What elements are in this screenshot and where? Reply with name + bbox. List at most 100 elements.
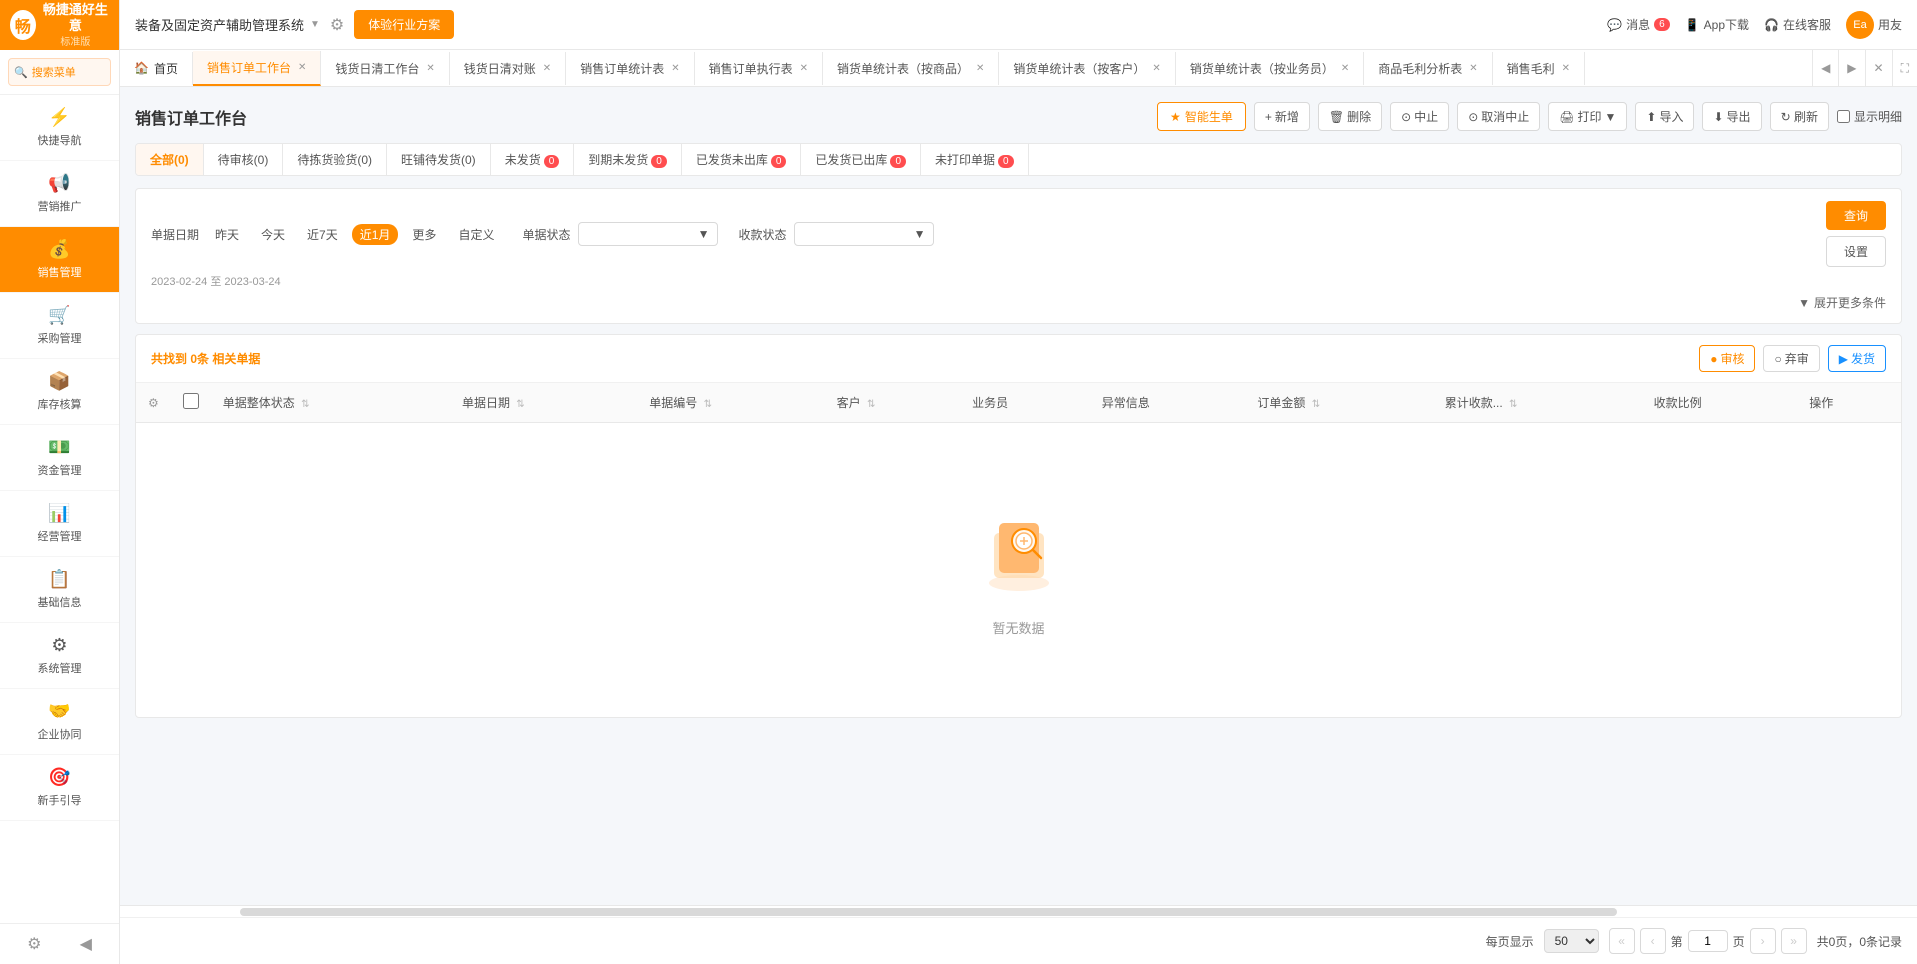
sub-tab-all[interactable]: 全部(0) xyxy=(136,144,204,175)
sidebar-item-cooperation[interactable]: 🤝 企业协同 xyxy=(0,689,119,755)
sidebar-item-operations[interactable]: 📊 经营管理 xyxy=(0,491,119,557)
filter-opt-custom[interactable]: 自定义 xyxy=(450,224,502,245)
tab-bar: 🏠 首页 销售订单工作台 ✕ 钱货日清工作台 ✕ 钱货日清对账 ✕ 销售订单统计… xyxy=(120,50,1917,87)
sidebar-item-marketing[interactable]: 📢 营销推广 xyxy=(0,161,119,227)
tab-close-cash-reconcile[interactable]: ✕ xyxy=(543,63,551,74)
export-button[interactable]: ⬇ 导出 xyxy=(1702,102,1761,131)
tab-sales-summary-product[interactable]: 销货单统计表（按商品） ✕ xyxy=(823,52,999,85)
expand-more-button[interactable]: ▼ 展开更多条件 xyxy=(1798,294,1886,311)
tab-close-gross-margin[interactable]: ✕ xyxy=(1469,63,1477,74)
sidebar-item-basic[interactable]: 📋 基础信息 xyxy=(0,557,119,623)
payment-filter-select[interactable]: ▼ xyxy=(794,222,934,246)
sub-tab-shipped-not-out[interactable]: 已发货未出库0 xyxy=(682,144,802,175)
sidebar-search-area: 🔍 搜索菜单 xyxy=(0,50,119,95)
page-title: 销售订单工作台 xyxy=(135,105,247,129)
sidebar-item-quick-nav[interactable]: ⚡ 快捷导航 xyxy=(0,95,119,161)
tab-close-summary-product[interactable]: ✕ xyxy=(976,63,984,74)
sub-tab-shipped-out[interactable]: 已发货已出库0 xyxy=(801,144,921,175)
scrollbar-thumb[interactable] xyxy=(240,908,1617,916)
col-settings[interactable]: ⚙ xyxy=(136,383,171,423)
first-page-button[interactable]: « xyxy=(1609,928,1635,954)
new-button[interactable]: + 新增 xyxy=(1254,102,1310,131)
tab-home[interactable]: 🏠 首页 xyxy=(120,52,193,85)
tab-sales-workbench[interactable]: 销售订单工作台 ✕ xyxy=(193,51,321,86)
tab-close-sales-stats[interactable]: ✕ xyxy=(671,63,679,74)
tab-sales-exec[interactable]: 销售订单执行表 ✕ xyxy=(695,52,823,85)
sidebar-item-purchase[interactable]: 🛒 采购管理 xyxy=(0,293,119,359)
sidebar-item-guide[interactable]: 🎯 新手引导 xyxy=(0,755,119,821)
settings-bottom-icon[interactable]: ⚙ xyxy=(27,934,41,954)
sidebar-item-sales[interactable]: 💰 销售管理 xyxy=(0,227,119,293)
stop-button[interactable]: ⊙ 中止 xyxy=(1390,102,1449,131)
page-input[interactable] xyxy=(1688,930,1728,952)
tab-close-all-button[interactable]: ✕ xyxy=(1865,50,1892,86)
tab-fullscreen-button[interactable]: ⛶ xyxy=(1892,50,1917,86)
status-filter-select[interactable]: ▼ xyxy=(578,222,718,246)
next-page-button[interactable]: › xyxy=(1750,928,1776,954)
review-button[interactable]: ● 审核 xyxy=(1699,345,1755,372)
sub-tab-pending-review[interactable]: 待审核(0) xyxy=(204,144,284,175)
query-button[interactable]: 查询 xyxy=(1826,201,1886,230)
prev-page-button[interactable]: ‹ xyxy=(1640,928,1666,954)
filter-opt-today[interactable]: 今天 xyxy=(253,224,293,245)
sidebar-item-system[interactable]: ⚙ 系统管理 xyxy=(0,623,119,689)
tab-next-button[interactable]: ▶ xyxy=(1838,50,1864,86)
tab-gross-margin[interactable]: 商品毛利分析表 ✕ xyxy=(1364,52,1492,85)
col-settings-icon[interactable]: ⚙ xyxy=(148,396,159,410)
show-detail-checkbox[interactable] xyxy=(1837,110,1850,123)
import-button[interactable]: ⬆ 导入 xyxy=(1635,102,1694,131)
filter-opt-7days[interactable]: 近7天 xyxy=(299,224,346,245)
sidebar-nav: ⚡ 快捷导航📢 营销推广💰 销售管理🛒 采购管理📦 库存核算💵 资金管理📊 经营… xyxy=(0,95,119,923)
tab-close-summary-customer[interactable]: ✕ xyxy=(1152,63,1160,74)
tab-sales-summary-staff[interactable]: 销货单统计表（按业务员） ✕ xyxy=(1176,52,1364,85)
filter-opt-more[interactable]: 更多 xyxy=(404,224,444,245)
tab-close-summary-staff[interactable]: ✕ xyxy=(1341,63,1349,74)
tab-sales-stats[interactable]: 销售订单统计表 ✕ xyxy=(566,52,694,85)
ship-button[interactable]: ▶ 发货 xyxy=(1828,345,1886,372)
tab-prev-button[interactable]: ◀ xyxy=(1812,50,1838,86)
print-button[interactable]: 🖨 打印 ▼ xyxy=(1548,102,1627,131)
delete-button[interactable]: 🗑 删除 xyxy=(1318,102,1382,131)
solution-button[interactable]: 体验行业方案 xyxy=(354,10,454,39)
col-status: 单据整体状态 ⇅ xyxy=(211,383,450,423)
cancel-review-button[interactable]: ○ 弃审 xyxy=(1763,345,1819,372)
smart-order-button[interactable]: ★ 智能生单 xyxy=(1157,102,1246,131)
sidebar-item-inventory[interactable]: 📦 库存核算 xyxy=(0,359,119,425)
tab-close-sales-profit[interactable]: ✕ xyxy=(1562,63,1570,74)
app-download-item[interactable]: 📱 App下载 xyxy=(1685,16,1749,33)
filter-opt-yesterday[interactable]: 昨天 xyxy=(207,224,247,245)
user-avatar: Ea xyxy=(1846,11,1874,39)
tab-cash-reconcile[interactable]: 钱货日清对账 ✕ xyxy=(450,52,566,85)
page-actions: ★ 智能生单 + 新增 🗑 删除 ⊙ 中止 xyxy=(1157,102,1902,131)
sub-tab-not-shipped[interactable]: 未发货0 xyxy=(491,144,575,175)
horizontal-scrollbar[interactable] xyxy=(120,905,1917,917)
sub-tab-overdue[interactable]: 到期未发货0 xyxy=(574,144,682,175)
sub-tab-wangpu[interactable]: 旺铺待发货(0) xyxy=(387,144,491,175)
tab-close-sales-exec[interactable]: ✕ xyxy=(800,63,808,74)
shipped-out-badge: 0 xyxy=(890,155,906,168)
collapse-icon[interactable]: ◀ xyxy=(80,934,92,954)
search-menu-button[interactable]: 🔍 搜索菜单 xyxy=(8,58,111,86)
refresh-button[interactable]: ↻ 刷新 xyxy=(1770,102,1829,131)
message-item[interactable]: 💬 消息 6 xyxy=(1607,16,1670,33)
per-page-select[interactable]: 50 10 20 100 xyxy=(1544,929,1599,953)
tab-sales-summary-customer[interactable]: 销货单统计表（按客户） ✕ xyxy=(999,52,1175,85)
cancel-stop-button[interactable]: ⊙ 取消中止 xyxy=(1457,102,1540,131)
tab-close-cash-daily[interactable]: ✕ xyxy=(426,63,434,74)
select-all-checkbox[interactable] xyxy=(183,393,199,409)
user-item[interactable]: Ea 用友 xyxy=(1846,11,1902,39)
filter-opt-1month[interactable]: 近1月 xyxy=(352,224,399,245)
tab-close-sales-workbench[interactable]: ✕ xyxy=(298,62,306,73)
topbar-settings-icon[interactable]: ⚙ xyxy=(330,15,344,35)
import-icon: ⬆ xyxy=(1646,110,1656,124)
last-page-button[interactable]: » xyxy=(1781,928,1807,954)
set-button[interactable]: 设置 xyxy=(1826,236,1886,267)
sub-tab-pending-inspect[interactable]: 待拣货验货(0) xyxy=(283,144,387,175)
service-item[interactable]: 🎧 在线客服 xyxy=(1764,16,1831,33)
tab-cash-daily[interactable]: 钱货日清工作台 ✕ xyxy=(321,52,449,85)
show-detail-label[interactable]: 显示明细 xyxy=(1837,108,1902,125)
table-header: ⚙ 单据整体状态 ⇅ 单据日期 ⇅ 单据编号 ⇅ 客户 ⇅ 业务员 异常信息 订 xyxy=(136,383,1901,423)
sidebar-item-finance[interactable]: 💵 资金管理 xyxy=(0,425,119,491)
sub-tab-not-printed[interactable]: 未打印单据0 xyxy=(921,144,1029,175)
tab-sales-profit[interactable]: 销售毛利 ✕ xyxy=(1493,52,1585,85)
